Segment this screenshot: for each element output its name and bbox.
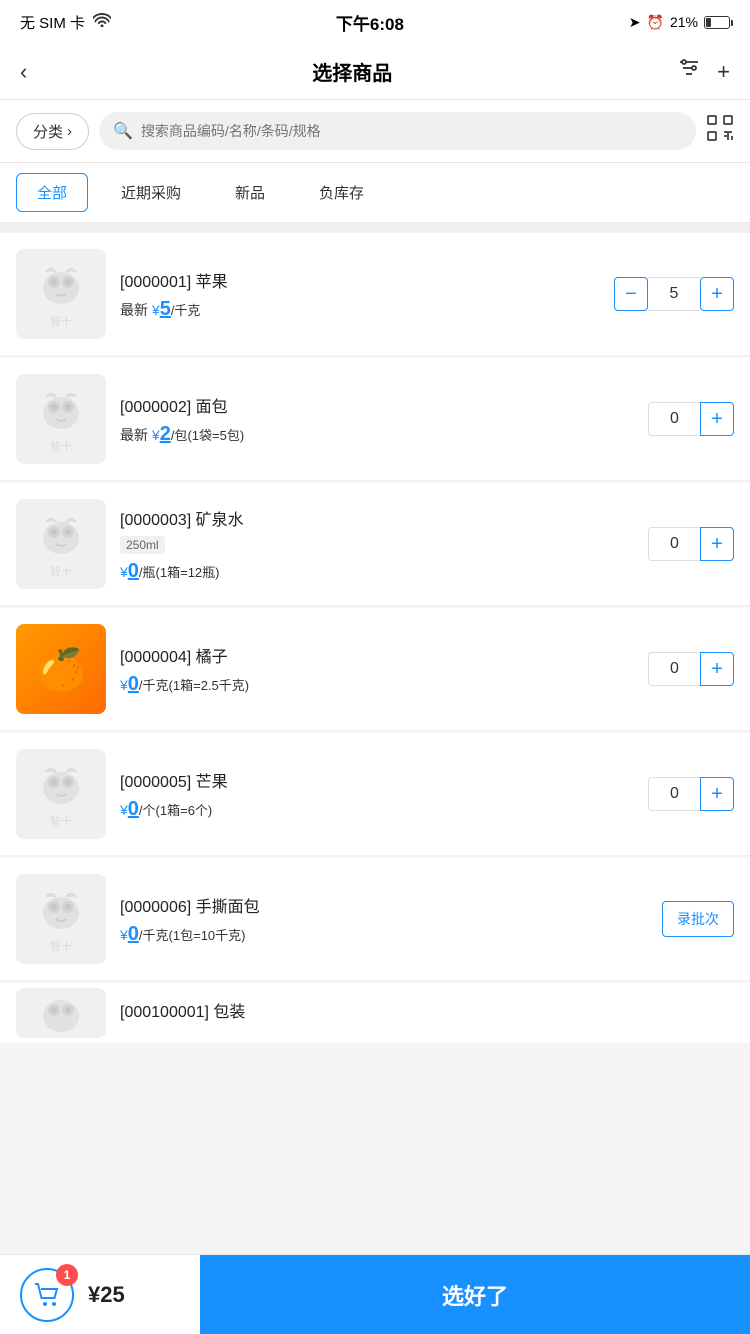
category-chevron: › xyxy=(67,123,72,140)
product-price: 最新 ¥5/千克 xyxy=(120,298,600,321)
cart-total: ¥25 xyxy=(88,1282,125,1308)
product-item: 🍊 [0000004] 橘子 ¥0/千克(1箱=2.5千克) + xyxy=(0,608,750,731)
product-price: ¥0/个(1箱=6个) xyxy=(120,798,634,821)
alarm-icon: ⏰ xyxy=(647,14,664,31)
quantity-input[interactable] xyxy=(648,777,700,811)
product-info-0000004: [0000004] 橘子 ¥0/千克(1箱=2.5千克) xyxy=(120,643,634,696)
add-button[interactable]: + xyxy=(717,59,730,85)
product-price: ¥0/千克(1箱=2.5千克) xyxy=(120,673,634,696)
search-box: 🔍 xyxy=(99,112,696,150)
product-list: 智十 [0000001] 苹果 最新 ¥5/千克 − + xyxy=(0,233,750,1043)
product-item: 智十 [0000005] 芒果 ¥0/个(1箱=6个) + xyxy=(0,733,750,856)
product-name: [0000005] 芒果 xyxy=(120,768,634,792)
battery-percent: 21% xyxy=(670,14,698,30)
nav-bar: ‹ 选择商品 + xyxy=(0,44,750,100)
product-info-0000001: [0000001] 苹果 最新 ¥5/千克 xyxy=(120,268,600,321)
qty-control-0000005: + xyxy=(648,777,734,811)
back-button[interactable]: ‹ xyxy=(20,59,27,85)
search-icon: 🔍 xyxy=(113,121,133,141)
category-button[interactable]: 分类 › xyxy=(16,113,89,150)
product-image-0000003: 智十 xyxy=(16,499,106,589)
cart-button[interactable]: 1 xyxy=(20,1268,74,1322)
tab-recent[interactable]: 近期采购 xyxy=(100,173,202,212)
divider xyxy=(0,223,750,233)
product-item: 智十 [0000002] 面包 最新 ¥2/包(1袋=5包) + xyxy=(0,358,750,481)
decrease-button[interactable]: − xyxy=(614,277,648,311)
product-item: 智十 [0000006] 手撕面包 ¥0/千克(1包=10千克) 录批次 xyxy=(0,858,750,981)
product-name: [0000003] 矿泉水 xyxy=(120,506,634,530)
bottom-bar: 1 ¥25 选好了 xyxy=(0,1254,750,1334)
owl-logo: 智十 xyxy=(36,885,86,954)
tab-all[interactable]: 全部 xyxy=(16,173,88,212)
product-info-0000002: [0000002] 面包 最新 ¥2/包(1袋=5包) xyxy=(120,393,634,446)
increase-button[interactable]: + xyxy=(700,402,734,436)
search-input[interactable] xyxy=(141,123,682,139)
product-info-0000006: [0000006] 手撕面包 ¥0/千克(1包=10千克) xyxy=(120,893,648,946)
filter-bar: 分类 › 🔍 xyxy=(0,100,750,163)
quantity-input[interactable] xyxy=(648,277,700,311)
wifi-icon xyxy=(93,13,111,31)
increase-button[interactable]: + xyxy=(700,527,734,561)
owl-logo: 智十 xyxy=(36,385,86,454)
increase-button[interactable]: + xyxy=(700,277,734,311)
product-item: 智十 [0000001] 苹果 最新 ¥5/千克 − + xyxy=(0,233,750,356)
product-info-0000005: [0000005] 芒果 ¥0/个(1箱=6个) xyxy=(120,768,634,821)
product-image-partial xyxy=(16,988,106,1038)
product-price: ¥0/千克(1包=10千克) xyxy=(120,923,648,946)
confirm-button[interactable]: 选好了 xyxy=(200,1255,750,1334)
cart-badge: 1 xyxy=(56,1264,78,1286)
page-title: 选择商品 xyxy=(312,57,392,86)
tabs-bar: 全部 近期采购 新品 负库存 xyxy=(0,163,750,223)
product-image-0000005: 智十 xyxy=(16,749,106,839)
owl-logo: 智十 xyxy=(36,260,86,329)
category-label: 分类 xyxy=(33,121,63,142)
product-name: [0000001] 苹果 xyxy=(120,268,600,292)
qty-control-0000004: + xyxy=(648,652,734,686)
quantity-input[interactable] xyxy=(648,527,700,561)
product-price: ¥0/瓶(1箱=12瓶) xyxy=(120,560,634,583)
status-bar: 无 SIM 卡 下午6:08 ➤ ⏰ 21% xyxy=(0,0,750,44)
nav-right: + xyxy=(677,58,730,86)
carrier-text: 无 SIM 卡 xyxy=(20,12,85,33)
owl-logo: 智十 xyxy=(36,510,86,579)
quantity-input[interactable] xyxy=(648,402,700,436)
product-price: 最新 ¥2/包(1袋=5包) xyxy=(120,423,634,446)
increase-button[interactable]: + xyxy=(700,652,734,686)
owl-logo xyxy=(36,988,86,1038)
product-info-partial: [000100001] 包装 xyxy=(120,998,734,1028)
product-image-0000001: 智十 xyxy=(16,249,106,339)
product-name: [0000002] 面包 xyxy=(120,393,634,417)
qty-control-0000003: + xyxy=(648,527,734,561)
owl-logo: 智十 xyxy=(36,760,86,829)
product-info-0000003: [0000003] 矿泉水 250ml ¥0/瓶(1箱=12瓶) xyxy=(120,506,634,583)
qty-control-0000002: + xyxy=(648,402,734,436)
product-image-0000002: 智十 xyxy=(16,374,106,464)
product-item: 智十 [0000003] 矿泉水 250ml ¥0/瓶(1箱=12瓶) + xyxy=(0,483,750,606)
nav-left: ‹ xyxy=(20,59,27,85)
status-right: ➤ ⏰ 21% xyxy=(629,14,730,31)
qty-control-0000001: − + xyxy=(614,277,734,311)
status-time: 下午6:08 xyxy=(336,10,404,35)
product-tag: 250ml xyxy=(120,536,165,554)
product-name: [000100001] 包装 xyxy=(120,998,734,1022)
tab-new[interactable]: 新品 xyxy=(214,173,286,212)
product-name: [0000006] 手撕面包 xyxy=(120,893,648,917)
cart-section: 1 ¥25 xyxy=(0,1268,200,1322)
product-image-0000004: 🍊 xyxy=(16,624,106,714)
battery-icon xyxy=(704,14,730,30)
quantity-input[interactable] xyxy=(648,652,700,686)
product-name: [0000004] 橘子 xyxy=(120,643,634,667)
filter-icon[interactable] xyxy=(677,58,701,86)
increase-button[interactable]: + xyxy=(700,777,734,811)
product-image-0000006: 智十 xyxy=(16,874,106,964)
location-icon: ➤ xyxy=(629,14,641,31)
batch-record-button[interactable]: 录批次 xyxy=(662,901,734,937)
product-item-partial: [000100001] 包装 xyxy=(0,983,750,1043)
status-left: 无 SIM 卡 xyxy=(20,12,111,33)
tab-negative[interactable]: 负库存 xyxy=(298,173,385,212)
scan-icon[interactable] xyxy=(706,114,734,148)
